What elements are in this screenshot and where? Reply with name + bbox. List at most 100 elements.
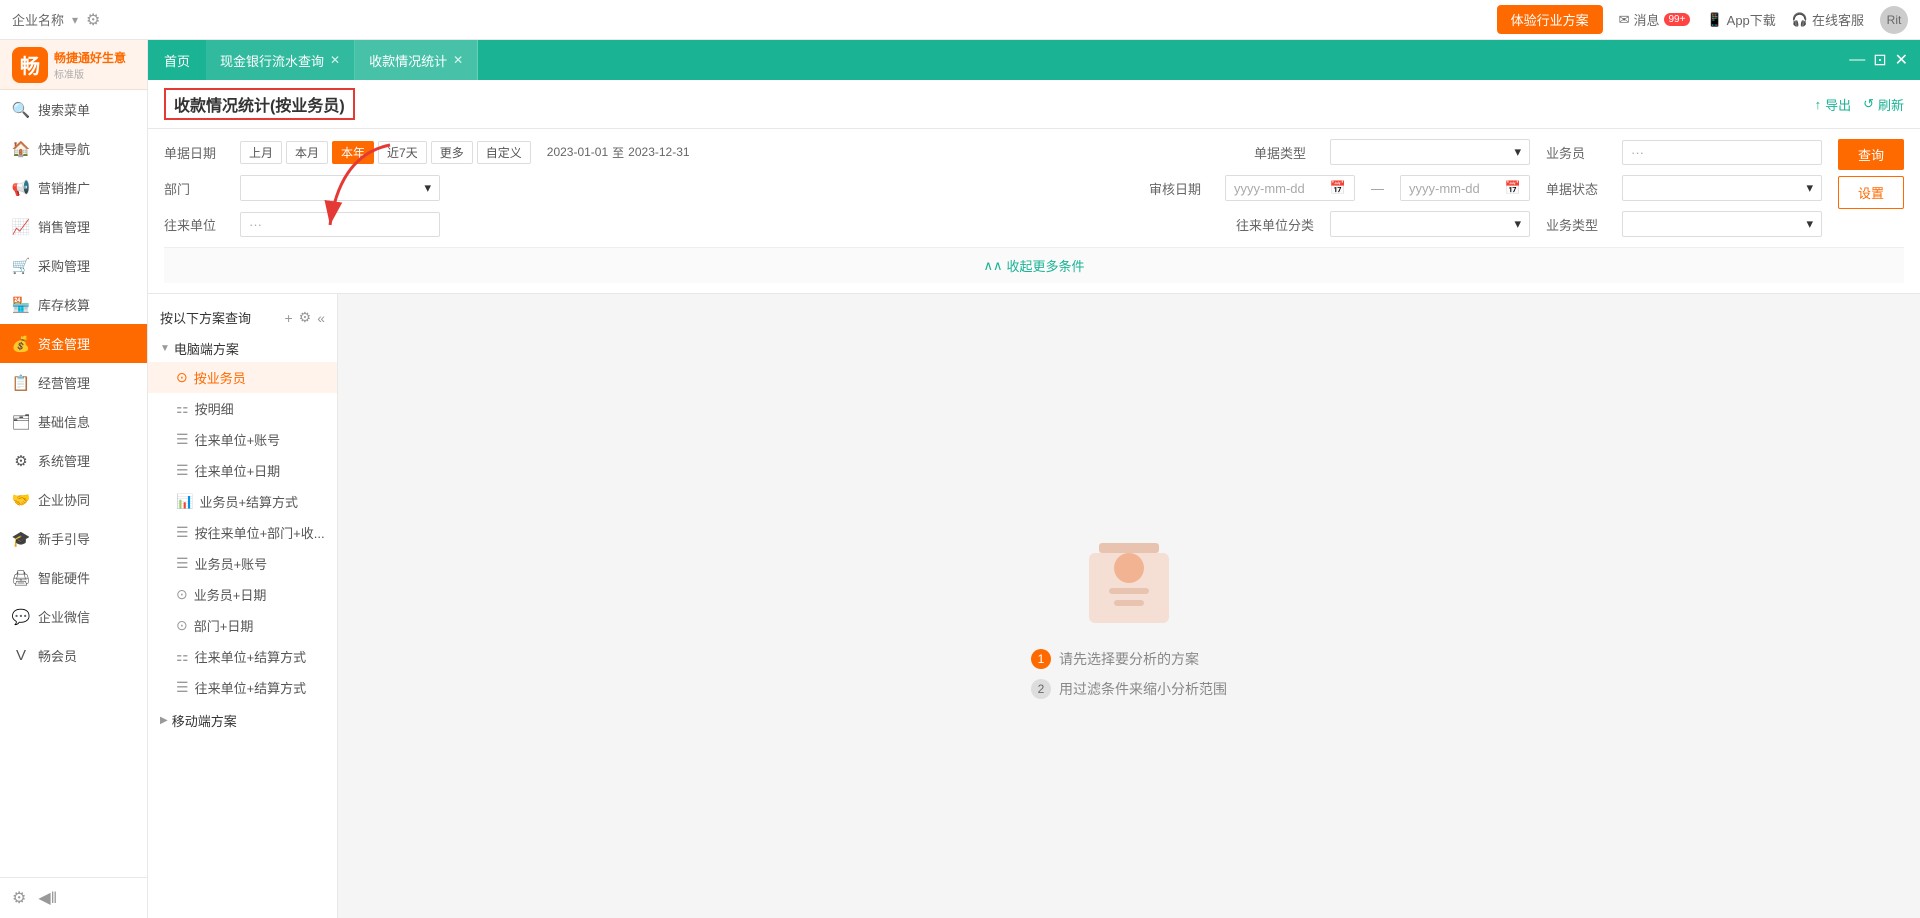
- purchase-icon: 🛒: [12, 257, 30, 275]
- calendar-start-icon[interactable]: 📅: [1330, 180, 1346, 196]
- top-bar-left: 企业名称 ⚙: [12, 10, 100, 30]
- settings-icon[interactable]: ⚙: [86, 10, 100, 30]
- sidebar-item-guide[interactable]: 🎓 新手引导: [0, 519, 147, 558]
- scheme-item-label-4: 业务员+结算方式: [199, 492, 298, 511]
- sidebar-item-basic[interactable]: 🗂 基础信息: [0, 402, 147, 441]
- export-btn[interactable]: ↑ 导出: [1815, 95, 1852, 114]
- online-service-btn[interactable]: 🎧 在线客服: [1792, 10, 1864, 29]
- calendar-end-icon[interactable]: 📅: [1505, 180, 1521, 196]
- doc-type-select[interactable]: [1330, 139, 1530, 165]
- tab-maximize-icon[interactable]: ⊡: [1873, 50, 1886, 70]
- sidebar-item-enterprise[interactable]: 🤝 企业协同: [0, 480, 147, 519]
- sidebar-item-wechat[interactable]: 💬 企业微信: [0, 597, 147, 636]
- date-separator: —: [1371, 181, 1384, 196]
- sidebar-item-system[interactable]: ⚙ 系统管理: [0, 441, 147, 480]
- tab-close-icon[interactable]: ✕: [1895, 50, 1908, 70]
- sidebar: 畅 畅捷通好生意 标准版 🔍 搜索菜单 🏠 快捷导航 📢 营销推广: [0, 40, 148, 918]
- date-start: 2023-01-01: [547, 145, 608, 159]
- scheme-item-label-3: 往来单位+日期: [195, 461, 281, 480]
- dept-select[interactable]: [240, 175, 440, 201]
- tab-cashflow[interactable]: 现金银行流水查询 ✕: [206, 40, 355, 80]
- message-badge: 99+: [1664, 13, 1691, 26]
- date-btn-more[interactable]: 更多: [431, 141, 473, 164]
- sidebar-nav: 🔍 搜索菜单 🏠 快捷导航 📢 营销推广 📈 销售管理 🛒 采购管: [0, 90, 147, 877]
- sidebar-item-member[interactable]: V 畅会员: [0, 636, 147, 675]
- scheme-item-label-9: 往来单位+结算方式: [195, 647, 307, 666]
- sidebar-item-quicknav[interactable]: 🏠 快捷导航: [0, 129, 147, 168]
- date-btn-this-year[interactable]: 本年: [332, 141, 374, 164]
- scheme-item-icon-1: ⚏: [176, 400, 189, 417]
- sidebar-item-purchase[interactable]: 🛒 采购管理: [0, 246, 147, 285]
- sidebar-label-hardware: 智能硬件: [38, 568, 90, 587]
- action-btns: 查询 设置: [1838, 139, 1904, 247]
- scheme-panel-actions: + ⚙ «: [284, 309, 325, 326]
- scheme-section-mobile-header[interactable]: ▶ 移动端方案: [148, 707, 337, 734]
- home-icon: 🏠: [12, 140, 30, 158]
- refresh-btn[interactable]: ↺ 刷新: [1863, 95, 1904, 114]
- trial-btn[interactable]: 体验行业方案: [1497, 5, 1603, 34]
- scheme-settings-btn[interactable]: ⚙: [299, 309, 312, 326]
- counterpart-select[interactable]: ···: [240, 212, 440, 237]
- scheme-item-9[interactable]: ⚏ 往来单位+结算方式: [148, 641, 337, 672]
- tab-collection[interactable]: 收款情况统计 ✕: [355, 40, 478, 80]
- scheme-section-desktop-header[interactable]: ▼ 电脑端方案: [148, 335, 337, 362]
- audit-date-end[interactable]: yyyy-mm-dd 📅: [1400, 175, 1530, 201]
- scheme-item-icon-3: ☰: [176, 462, 189, 479]
- doc-status-select[interactable]: [1622, 175, 1822, 201]
- scheme-section-mobile: ▶ 移动端方案: [148, 707, 337, 734]
- scheme-collapse-btn[interactable]: «: [317, 310, 325, 326]
- scheme-item-4[interactable]: 📊 业务员+结算方式: [148, 486, 337, 517]
- date-btn-custom[interactable]: 自定义: [477, 141, 531, 164]
- scheme-item-1[interactable]: ⚏ 按明细: [148, 393, 337, 424]
- sidebar-item-sales[interactable]: 📈 销售管理: [0, 207, 147, 246]
- date-btn-this-month[interactable]: 本月: [286, 141, 328, 164]
- scheme-item-7[interactable]: ⊙ 业务员+日期: [148, 579, 337, 610]
- sidebar-item-hardware[interactable]: 🖨 智能硬件: [0, 558, 147, 597]
- scheme-item-10[interactable]: ☰ 往来单位+结算方式: [148, 672, 337, 703]
- scheme-item-3[interactable]: ☰ 往来单位+日期: [148, 455, 337, 486]
- collapse-btn[interactable]: ∧∧ 收起更多条件: [983, 256, 1084, 275]
- user-dropdown-icon[interactable]: [72, 13, 78, 27]
- refresh-label: 刷新: [1878, 95, 1904, 114]
- logo-badge: 标准版: [54, 66, 126, 81]
- settings-bottom-icon[interactable]: ⚙: [12, 888, 26, 908]
- scheme-add-btn[interactable]: +: [284, 310, 292, 326]
- sidebar-item-operations[interactable]: 📋 经营管理: [0, 363, 147, 402]
- sidebar-item-marketing[interactable]: 📢 营销推广: [0, 168, 147, 207]
- date-btn-last-month[interactable]: 上月: [240, 141, 282, 164]
- export-icon: ↑: [1815, 97, 1822, 112]
- scheme-item-0[interactable]: ⊙ 按业务员: [148, 362, 337, 393]
- sidebar-item-finance[interactable]: 💰 资金管理: [0, 324, 147, 363]
- sidebar-bottom: ⚙ ◀‖: [0, 877, 147, 918]
- top-bar: 企业名称 ⚙ 体验行业方案 ✉ 消息 99+ 📱 App下载 🎧 在线客服 Ri…: [0, 0, 1920, 40]
- tab-cashflow-label: 现金银行流水查询: [220, 51, 324, 70]
- collapse-sidebar-icon[interactable]: ◀‖: [38, 888, 57, 908]
- query-btn[interactable]: 查询: [1838, 139, 1904, 170]
- scheme-item-6[interactable]: ☰ 业务员+账号: [148, 548, 337, 579]
- scheme-item-5[interactable]: ☰ 按往来单位+部门+收...: [148, 517, 337, 548]
- sidebar-label-guide: 新手引导: [38, 529, 90, 548]
- scheme-item-label-6: 业务员+账号: [195, 554, 268, 573]
- audit-date-start[interactable]: yyyy-mm-dd 📅: [1225, 175, 1355, 201]
- scheme-item-label-2: 往来单位+账号: [195, 430, 281, 449]
- sidebar-label-purchase: 采购管理: [38, 256, 90, 275]
- tab-collection-close[interactable]: ✕: [453, 53, 463, 67]
- step-num-1: 1: [1031, 649, 1051, 669]
- app-download-btn[interactable]: 📱 App下载: [1706, 10, 1775, 29]
- tab-cashflow-close[interactable]: ✕: [330, 53, 340, 67]
- tab-minimize-icon[interactable]: —: [1849, 51, 1865, 69]
- scheme-item-8[interactable]: ⊙ 部门+日期: [148, 610, 337, 641]
- basic-icon: 🗂: [12, 413, 30, 431]
- date-btn-7days[interactable]: 近7天: [378, 141, 427, 164]
- sidebar-item-search[interactable]: 🔍 搜索菜单: [0, 90, 147, 129]
- enterprise-icon: 🤝: [12, 491, 30, 509]
- user-avatar-btn[interactable]: Rit: [1880, 6, 1908, 34]
- biz-type-select[interactable]: [1622, 211, 1822, 237]
- message-btn[interactable]: ✉ 消息 99+: [1619, 10, 1691, 29]
- counterpart-cat-select[interactable]: [1330, 211, 1530, 237]
- scheme-item-2[interactable]: ☰ 往来单位+账号: [148, 424, 337, 455]
- sidebar-item-inventory[interactable]: 🏪 库存核算: [0, 285, 147, 324]
- tab-home[interactable]: 首页: [148, 40, 206, 80]
- set-btn[interactable]: 设置: [1838, 176, 1904, 209]
- salesman-select[interactable]: ···: [1622, 140, 1822, 165]
